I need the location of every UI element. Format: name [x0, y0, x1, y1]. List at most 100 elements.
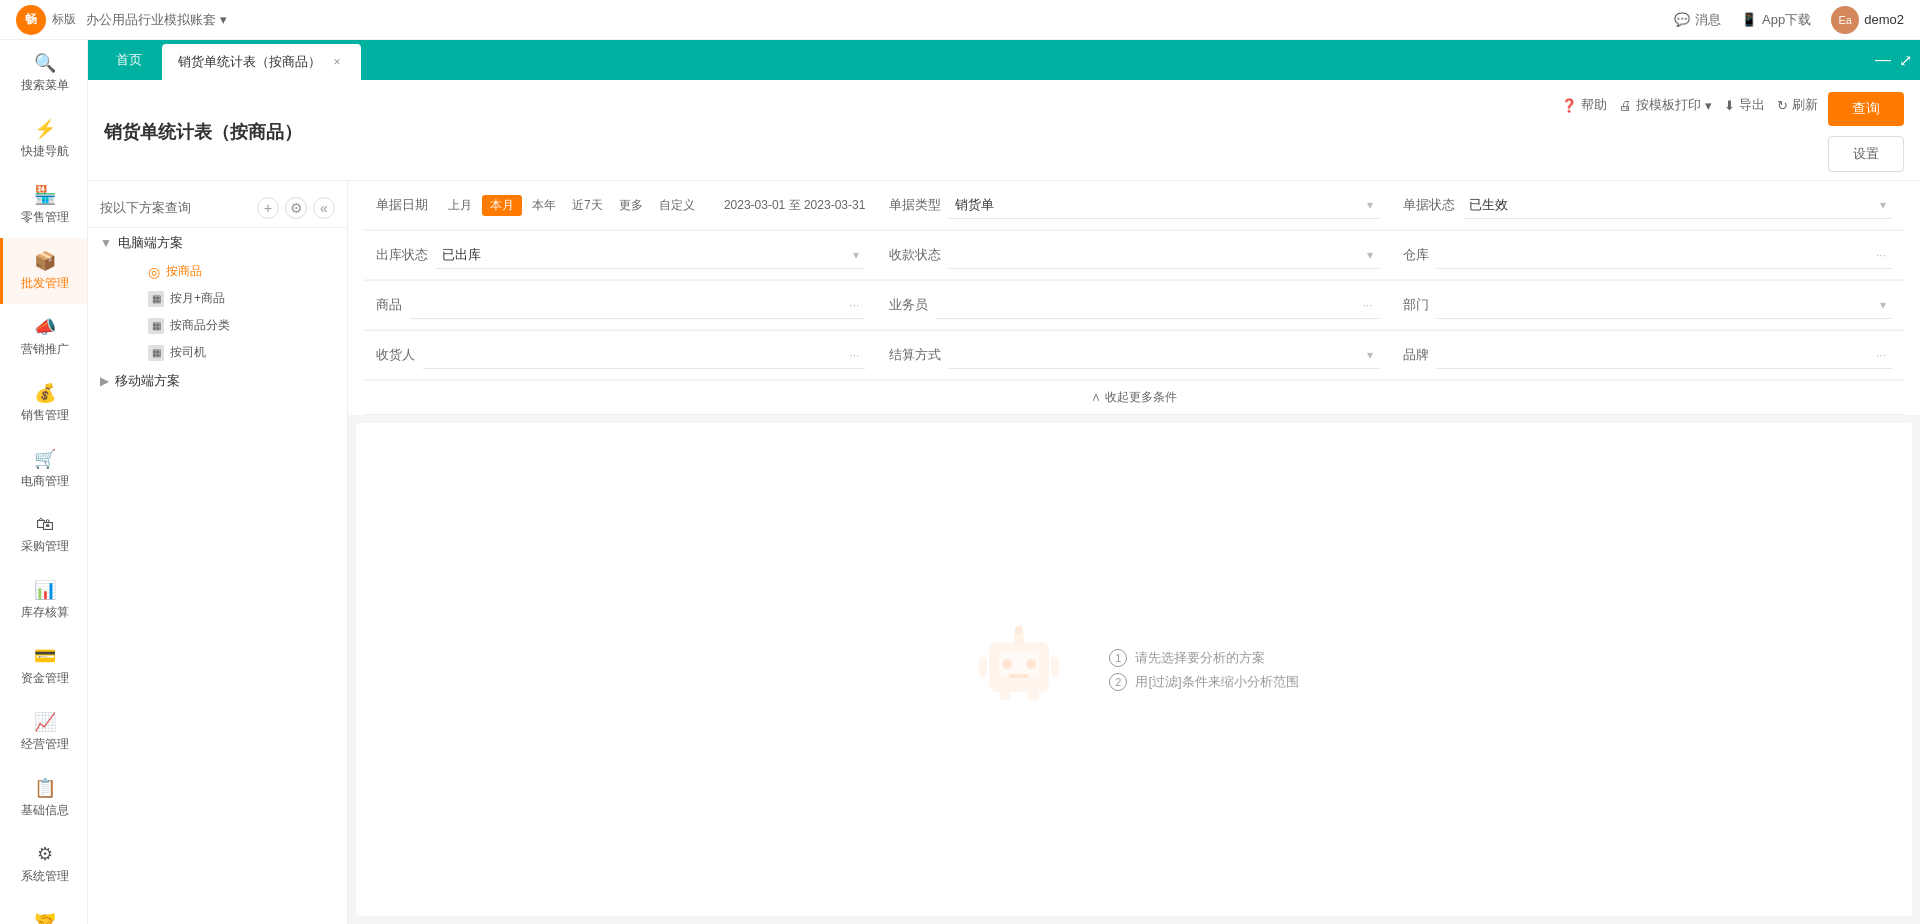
- export-button[interactable]: ⬇ 导出: [1724, 96, 1765, 114]
- print-icon: 🖨: [1619, 98, 1632, 113]
- workspace-name: 办公用品行业模拟账套: [86, 11, 216, 29]
- left-panel: 按以下方案查询 + ⚙ « ▼ 电脑端方案: [88, 181, 348, 924]
- sidebar-item-search[interactable]: 🔍 搜索菜单: [0, 40, 87, 106]
- type-value[interactable]: 销货单 ▾: [949, 191, 1378, 219]
- date-opt-prev[interactable]: 上月: [442, 195, 478, 216]
- avatar: Ea: [1831, 6, 1859, 34]
- tab-minimize-button[interactable]: —: [1875, 51, 1891, 69]
- tab-maximize-button[interactable]: ⤢: [1899, 51, 1912, 70]
- svg-rect-7: [979, 657, 987, 677]
- svg-point-6: [1015, 626, 1023, 634]
- sidebar-item-ecommerce[interactable]: 🛒 电商管理: [0, 436, 87, 502]
- wholesale-icon: 📦: [34, 250, 56, 272]
- empty-hints: 1 请先选择要分析的方案 2 用[过滤]条件来缩小分析范围: [1109, 649, 1298, 691]
- brand-extra[interactable]: ···: [1876, 348, 1886, 362]
- sidebar-item-label: 搜索菜单: [21, 77, 69, 94]
- sub-item-by-month-goods[interactable]: ▦ 按月+商品: [116, 285, 347, 312]
- dept-chevron: ▾: [1880, 298, 1886, 312]
- goods-extra[interactable]: ···: [849, 298, 859, 312]
- logo: 畅 标版: [16, 5, 76, 35]
- tab-home[interactable]: 首页: [96, 40, 162, 80]
- query-button[interactable]: 查询: [1828, 92, 1904, 126]
- message-button[interactable]: 💬 消息: [1674, 11, 1721, 29]
- help-button[interactable]: ❓ 帮助: [1561, 96, 1607, 114]
- status-value[interactable]: 已生效 ▾: [1463, 191, 1892, 219]
- receiver-extra[interactable]: ···: [849, 348, 859, 362]
- filter-date: 单据日期 上月 本月 本年 近7天 更多 自定义: [364, 181, 877, 230]
- settings-scheme-button[interactable]: ⚙: [285, 197, 307, 219]
- filter-depot: 仓库 ···: [1391, 231, 1904, 280]
- sidebar-item-label: 销售管理: [21, 407, 69, 424]
- sales-icon: 💰: [34, 382, 56, 404]
- sub-label-by-month: 按月+商品: [170, 290, 225, 307]
- filter-collection: 收款状态 ▾: [877, 231, 1390, 280]
- refresh-button[interactable]: ↻ 刷新: [1777, 96, 1818, 114]
- status-label: 单据状态: [1403, 196, 1455, 214]
- collection-label: 收款状态: [889, 246, 941, 264]
- filter-warehouse-status: 出库状态 已出库 ▾: [364, 231, 877, 280]
- sidebar-item-label: 经营管理: [21, 736, 69, 753]
- help-icon: ❓: [1561, 98, 1577, 113]
- collection-value[interactable]: ▾: [949, 241, 1378, 269]
- receiver-value[interactable]: ···: [423, 341, 865, 369]
- sidebar-item-wholesale[interactable]: 📦 批发管理: [0, 238, 87, 304]
- sidebar-item-system[interactable]: ⚙ 系统管理: [0, 831, 87, 897]
- filter-dept: 部门 ▾: [1391, 281, 1904, 330]
- sidebar-item-finance[interactable]: 💳 资金管理: [0, 633, 87, 699]
- salesman-value[interactable]: ···: [936, 291, 1378, 319]
- sidebar-item-operation[interactable]: 📈 经营管理: [0, 699, 87, 765]
- app-download-label: App下载: [1762, 11, 1811, 29]
- date-opt-custom[interactable]: 自定义: [653, 195, 701, 216]
- right-content: 单据日期 上月 本月 本年 近7天 更多 自定义: [348, 181, 1920, 924]
- sidebar-item-retail[interactable]: 🏪 零售管理: [0, 172, 87, 238]
- sub-item-by-driver[interactable]: ▦ 按司机: [116, 339, 347, 366]
- sidebar-item-quick-nav[interactable]: ⚡ 快捷导航: [0, 106, 87, 172]
- sidebar-item-inventory[interactable]: 📊 库存核算: [0, 567, 87, 633]
- depot-extra[interactable]: ···: [1876, 248, 1886, 262]
- finance-icon: 💳: [34, 645, 56, 667]
- export-icon: ⬇: [1724, 98, 1735, 113]
- tree-arrow-mobile: ▶: [100, 374, 109, 388]
- tree-group-pc[interactable]: ▼ 电脑端方案: [88, 228, 347, 258]
- goods-value[interactable]: ···: [410, 291, 865, 319]
- date-opt-this-month[interactable]: 本月: [482, 195, 522, 216]
- logo-icon: 畅: [16, 5, 46, 35]
- depot-value[interactable]: ···: [1437, 241, 1892, 269]
- tab-close-button[interactable]: ×: [329, 54, 345, 70]
- collapse-bar[interactable]: ∧ 收起更多条件: [364, 381, 1904, 415]
- sidebar-item-enterprise[interactable]: 🤝 企业协同: [0, 897, 87, 924]
- sub-item-by-category[interactable]: ▦ 按商品分类: [116, 312, 347, 339]
- tree-group-mobile[interactable]: ▶ 移动端方案: [88, 366, 347, 396]
- brand-value[interactable]: ···: [1437, 341, 1892, 369]
- warehouse-value[interactable]: 已出库 ▾: [436, 241, 865, 269]
- sidebar-item-sales[interactable]: 💰 销售管理: [0, 370, 87, 436]
- sidebar-item-marketing[interactable]: 📣 营销推广: [0, 304, 87, 370]
- receiver-label: 收货人: [376, 346, 415, 364]
- dept-value[interactable]: ▾: [1437, 291, 1892, 319]
- salesman-extra[interactable]: ···: [1363, 298, 1373, 312]
- date-opt-more[interactable]: 更多: [613, 195, 649, 216]
- collapse-btn[interactable]: ∧ 收起更多条件: [1091, 389, 1176, 406]
- sidebar-item-basic[interactable]: 📋 基础信息: [0, 765, 87, 831]
- ecommerce-icon: 🛒: [34, 448, 56, 470]
- sidebar-item-purchase[interactable]: 🛍 采购管理: [0, 502, 87, 567]
- settlement-value[interactable]: ▾: [949, 341, 1378, 369]
- collapse-panel-button[interactable]: «: [313, 197, 335, 219]
- settings-button[interactable]: 设置: [1828, 136, 1904, 172]
- date-value[interactable]: 上月 本月 本年 近7天 更多 自定义: [436, 191, 708, 219]
- tab-active[interactable]: 销货单统计表（按商品） ×: [162, 44, 361, 80]
- collection-chevron: ▾: [1367, 248, 1373, 262]
- date-opt-year[interactable]: 本年: [526, 195, 562, 216]
- empty-area: 1 请先选择要分析的方案 2 用[过滤]条件来缩小分析范围: [356, 423, 1912, 916]
- workspace-selector[interactable]: 办公用品行业模拟账套 ▾: [86, 11, 227, 29]
- add-scheme-button[interactable]: +: [257, 197, 279, 219]
- user-profile[interactable]: Ea demo2: [1831, 6, 1904, 34]
- app-download-button[interactable]: 📱 App下载: [1741, 11, 1811, 29]
- sub-item-by-goods[interactable]: ◎ 按商品: [116, 258, 347, 285]
- print-button[interactable]: 🖨 按模板打印 ▾: [1619, 96, 1712, 114]
- tree-arrow-pc: ▼: [100, 236, 112, 250]
- salesman-label: 业务员: [889, 296, 928, 314]
- svg-rect-10: [1027, 692, 1039, 700]
- settlement-label: 结算方式: [889, 346, 941, 364]
- date-opt-7days[interactable]: 近7天: [566, 195, 609, 216]
